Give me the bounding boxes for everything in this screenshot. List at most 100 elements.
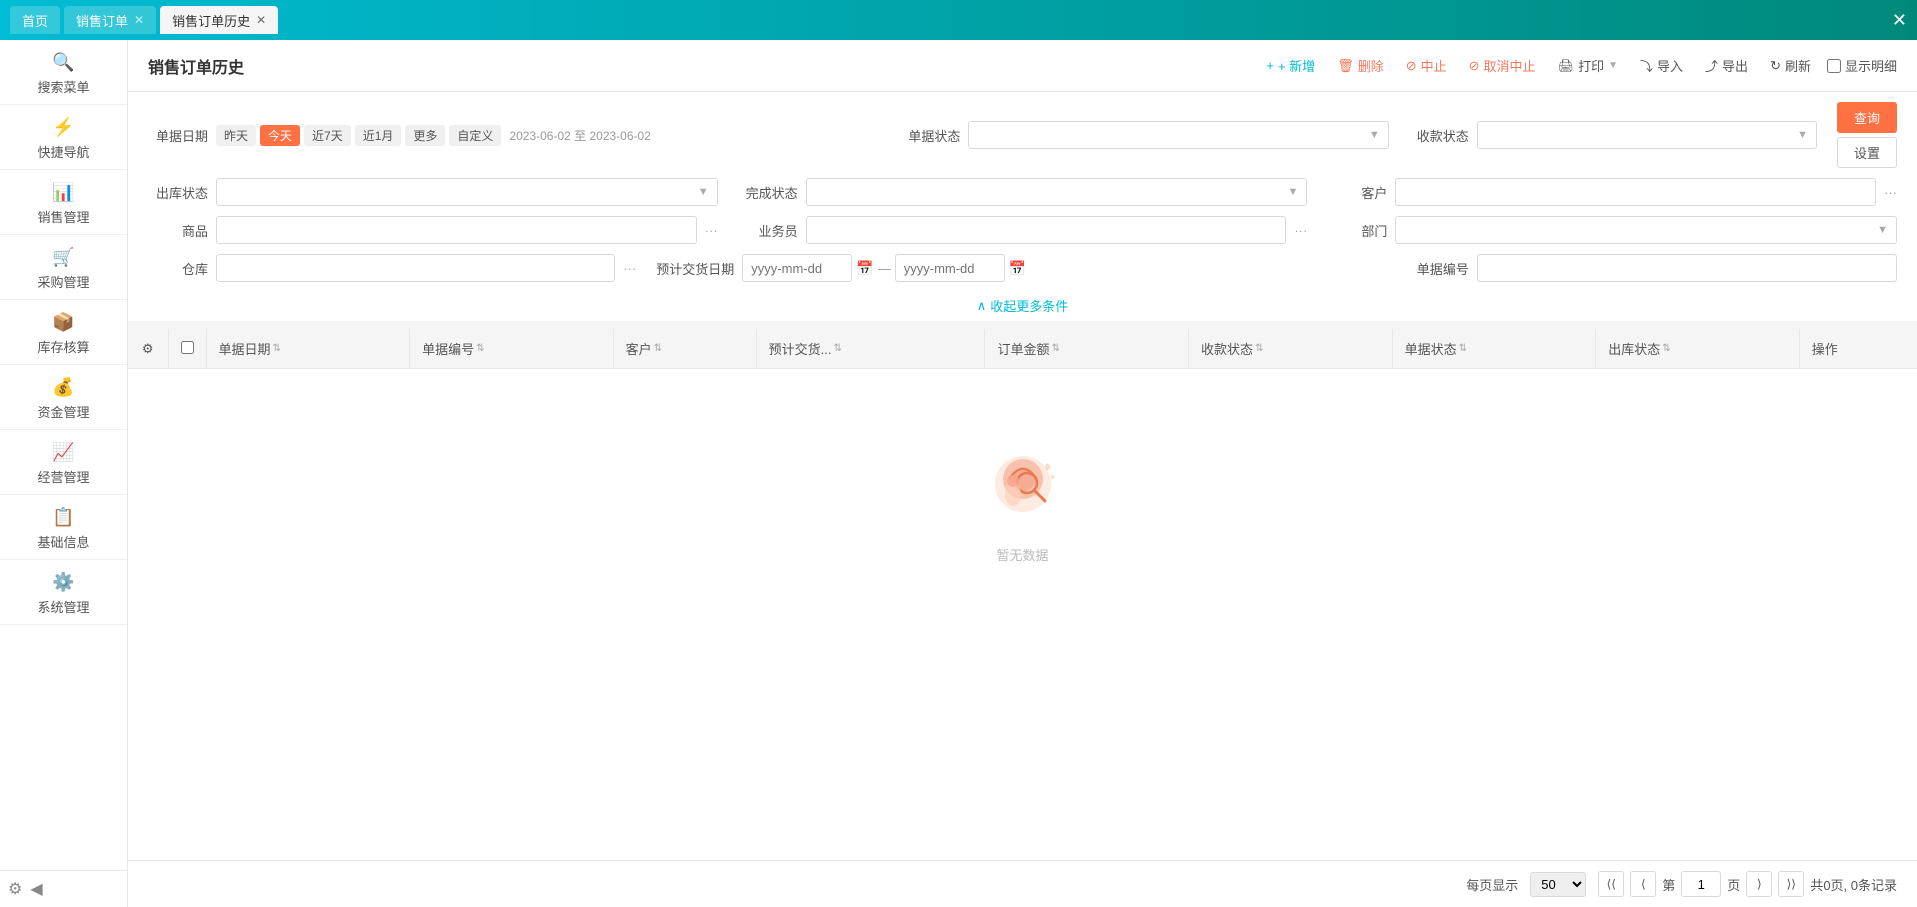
th-delivery-label: 预计交货... [769, 339, 832, 358]
warehouse2-dots[interactable]: ··· [623, 261, 636, 276]
add-button[interactable]: + + 新增 [1260, 52, 1321, 79]
page-suffix: 页 [1727, 875, 1740, 894]
delete-button[interactable]: 🗑 删除 [1331, 52, 1390, 79]
pagination: ⟨⟨ ⟨ 第 页 ⟩ ⟩⟩ 共0页, 0条记录 [1598, 871, 1897, 897]
salesman-dots[interactable]: ··· [1294, 223, 1307, 238]
page-size-select[interactable]: 50 20 100 [1530, 872, 1586, 897]
department-label: 部门 [1327, 221, 1387, 240]
next-page-button[interactable]: ⟩ [1746, 871, 1772, 897]
page-size-label: 每页显示 [1466, 875, 1518, 894]
quick-nav-icon: ⚡ [52, 117, 74, 138]
calendar-start-icon[interactable]: 📅 [856, 260, 873, 277]
query-button[interactable]: 查询 [1837, 102, 1897, 133]
export-button[interactable]: ⤴ 导出 [1699, 52, 1754, 79]
warehouse-status-select[interactable]: ▼ [216, 178, 718, 206]
th-doc-status-sort-icon[interactable]: ⇅ [1459, 343, 1467, 354]
tab-sales-order[interactable]: 销售订单 ✕ [64, 6, 156, 34]
department-arrow-icon: ▼ [1877, 224, 1888, 236]
date-tag-yesterday[interactable]: 昨天 [216, 125, 256, 146]
tab-home[interactable]: 首页 [10, 6, 60, 34]
sidebar-collapse-button[interactable]: ◀ [30, 879, 42, 899]
th-date-label: 单据日期 [219, 339, 271, 358]
date-tag-7days[interactable]: 近7天 [304, 125, 351, 146]
sidebar-item-quick-nav[interactable]: ⚡ 快捷导航 [0, 105, 127, 170]
th-amount-sort-icon[interactable]: ⇅ [1051, 343, 1059, 354]
import-button[interactable]: ⤵ 导入 [1634, 52, 1689, 79]
delivery-date-start[interactable] [742, 254, 852, 282]
goods-input[interactable] [216, 216, 697, 244]
th-out-status-sort-icon[interactable]: ⇅ [1662, 343, 1670, 354]
setting-button[interactable]: 设置 [1837, 137, 1897, 168]
sidebar-item-sales-label: 销售管理 [37, 207, 89, 226]
tab-sales-order-close[interactable]: ✕ [134, 13, 144, 27]
th-settings[interactable]: ⚙ [128, 329, 168, 369]
refresh-button[interactable]: ↻ 刷新 [1764, 52, 1817, 79]
print-button[interactable]: 🖨 打印 ▼ [1552, 52, 1624, 79]
last-page-button[interactable]: ⟩⟩ [1778, 871, 1804, 897]
sidebar-item-finance[interactable]: 💰 资金管理 [0, 365, 127, 430]
th-no: 单据编号 ⇅ [410, 329, 614, 369]
collapse-row[interactable]: ∧ 收起更多条件 [148, 292, 1897, 315]
salesman-input[interactable] [806, 216, 1287, 244]
prev-page-button[interactable]: ⟨ [1630, 871, 1656, 897]
tab-sales-history[interactable]: 销售订单历史 ✕ [160, 6, 278, 34]
th-amount: 订单金额 ⇅ [985, 329, 1189, 369]
customer-input[interactable] [1395, 178, 1876, 206]
stop-button[interactable]: ⊘ 中止 [1400, 52, 1453, 79]
tab-sales-history-close[interactable]: ✕ [256, 13, 266, 27]
empty-state: 暂无数据 [128, 369, 1917, 624]
sidebar-item-sales[interactable]: 📊 销售管理 [0, 170, 127, 235]
sidebar-item-system[interactable]: ⚙️ 系统管理 [0, 560, 127, 625]
th-date: 单据日期 ⇅ [206, 329, 410, 369]
select-all-checkbox[interactable] [181, 341, 194, 354]
th-receipt-status-sort-icon[interactable]: ⇅ [1255, 343, 1263, 354]
page-input[interactable] [1681, 871, 1721, 897]
th-doc-status-label: 单据状态 [1405, 339, 1457, 358]
th-date-sort-icon[interactable]: ⇅ [273, 343, 281, 354]
filter-order-no: 单据编号 [1409, 254, 1897, 282]
filter-row-3: 商品 ··· 业务员 ··· 部门 ▼ [148, 216, 1897, 244]
goods-dots[interactable]: ··· [705, 223, 718, 238]
date-tag-1month[interactable]: 近1月 [355, 125, 402, 146]
th-delivery-sort-icon[interactable]: ⇅ [834, 343, 842, 354]
th-customer-sort-icon[interactable]: ⇅ [654, 343, 662, 354]
th-checkbox[interactable] [168, 329, 206, 369]
doc-status-select[interactable]: ▼ [968, 121, 1388, 149]
filter-row-4: 仓库 ··· 预计交货日期 📅 — 📅 单据编号 [148, 254, 1897, 282]
sidebar-item-management[interactable]: 📈 经营管理 [0, 430, 127, 495]
date-tag-custom[interactable]: 自定义 [449, 125, 501, 146]
first-page-button[interactable]: ⟨⟨ [1598, 871, 1624, 897]
show-detail-checkbox[interactable] [1827, 59, 1841, 73]
order-no-input[interactable] [1477, 254, 1897, 282]
table-area: ⚙ 单据日期 ⇅ 单据编号 ⇅ [128, 329, 1917, 860]
customer-dots[interactable]: ··· [1884, 185, 1897, 200]
sidebar-item-purchase[interactable]: 🛒 采购管理 [0, 235, 127, 300]
department-select[interactable]: ▼ [1395, 216, 1897, 244]
window-close-button[interactable]: ✕ [1892, 10, 1907, 31]
th-operation-label: 操作 [1812, 342, 1838, 357]
th-no-sort-icon[interactable]: ⇅ [476, 343, 484, 354]
receipt-status-select[interactable]: ▼ [1477, 121, 1817, 149]
calendar-end-icon[interactable]: 📅 [1009, 260, 1026, 277]
goods-label: 商品 [148, 221, 208, 240]
sidebar: 🔍 搜索菜单 ⚡ 快捷导航 📊 销售管理 🛒 采购管理 📦 库存核算 💰 资金管… [0, 40, 128, 907]
search-menu-icon: 🔍 [52, 52, 74, 73]
date-tag-today[interactable]: 今天 [260, 125, 300, 146]
date-tag-more[interactable]: 更多 [405, 125, 445, 146]
complete-status-select[interactable]: ▼ [806, 178, 1308, 206]
warehouse-status-arrow-icon: ▼ [698, 186, 709, 198]
th-customer-label: 客户 [626, 339, 652, 358]
delivery-date-label: 预计交货日期 [656, 259, 734, 278]
import-icon: ⤵ [1640, 56, 1653, 75]
sidebar-item-basic-info[interactable]: 📋 基础信息 [0, 495, 127, 560]
filter-goods: 商品 ··· [148, 216, 718, 244]
warehouse2-input[interactable] [216, 254, 615, 282]
sidebar-bottom: ⚙ ◀ [0, 870, 127, 907]
delivery-date-end[interactable] [895, 254, 1005, 282]
cancel-stop-button[interactable]: ⊘ 取消中止 [1463, 52, 1542, 79]
tab-sales-history-label: 销售订单历史 [172, 11, 250, 30]
sidebar-settings-button[interactable]: ⚙ [8, 879, 22, 899]
sidebar-item-search[interactable]: 🔍 搜索菜单 [0, 40, 127, 105]
sidebar-item-inventory[interactable]: 📦 库存核算 [0, 300, 127, 365]
th-no-label: 单据编号 [422, 339, 474, 358]
